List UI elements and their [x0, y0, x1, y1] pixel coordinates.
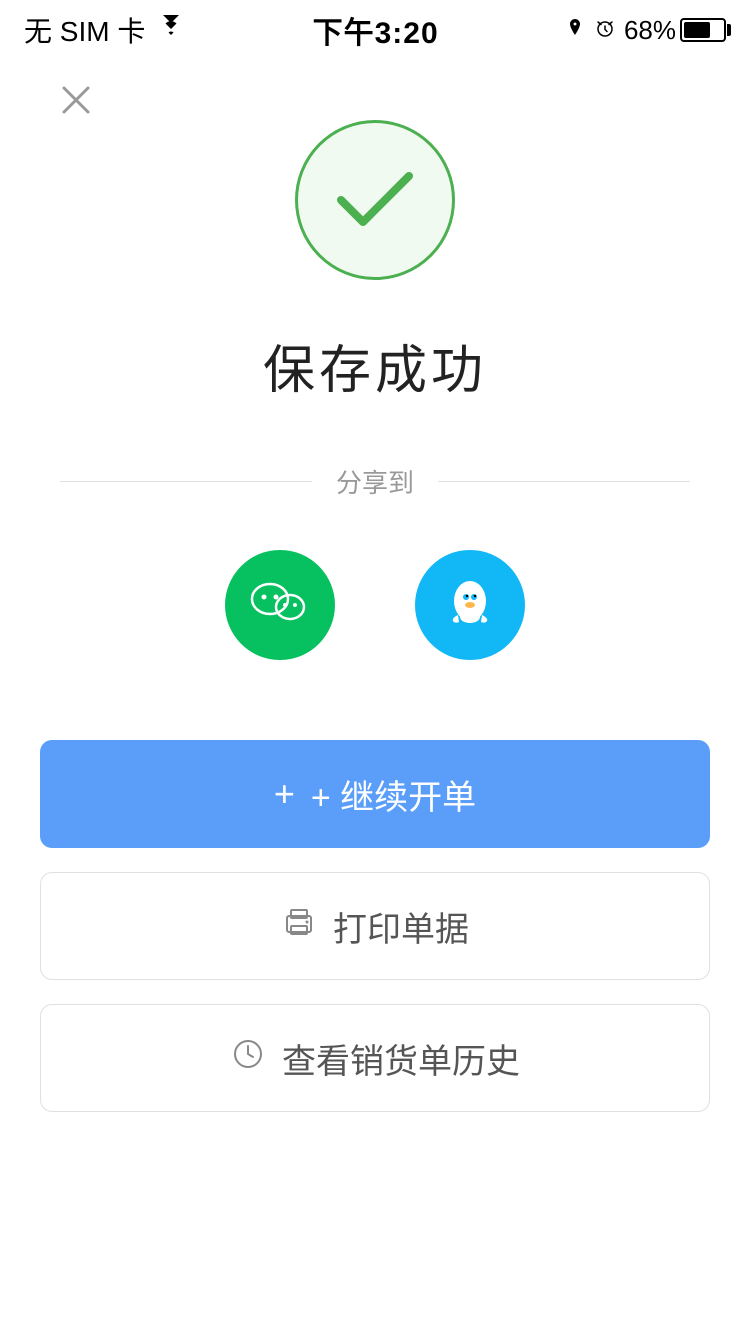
alarm-icon: [594, 15, 616, 46]
history-button[interactable]: 查看销货单历史: [40, 1004, 710, 1112]
status-right: 68%: [564, 15, 726, 46]
print-button[interactable]: 打印单据: [40, 872, 710, 980]
battery-container: 68%: [624, 15, 726, 46]
status-left: 无 SIM 卡: [24, 10, 187, 50]
battery-label: 68%: [624, 15, 676, 46]
close-button[interactable]: [48, 72, 104, 128]
share-label: 分享到: [312, 463, 438, 500]
share-row: [225, 550, 525, 660]
divider-line-right: [438, 481, 690, 482]
success-icon-circle: [295, 120, 455, 280]
continue-order-label: + 继续开单: [311, 770, 476, 819]
battery-icon: [680, 18, 726, 42]
main-content: 保存成功 分享到: [0, 60, 750, 1112]
plus-icon: +: [274, 773, 295, 815]
status-time: 下午3:20: [313, 8, 439, 52]
continue-order-button[interactable]: + + 继续开单: [40, 740, 710, 848]
location-icon: [564, 15, 586, 46]
wechat-icon: [248, 577, 312, 633]
actions-container: + + 继续开单 打印单据 查看销货单历史: [0, 740, 750, 1112]
share-qq-button[interactable]: [415, 550, 525, 660]
print-label: 打印单据: [333, 902, 469, 951]
no-sim-label: 无 SIM 卡: [24, 10, 145, 50]
qq-icon: [438, 573, 502, 637]
share-divider-row: 分享到: [0, 463, 750, 500]
history-icon: [230, 1036, 266, 1081]
checkmark-icon: [335, 170, 415, 230]
history-label: 查看销货单历史: [282, 1034, 520, 1083]
print-icon: [281, 904, 317, 949]
share-wechat-button[interactable]: [225, 550, 335, 660]
divider-line-left: [60, 481, 312, 482]
status-bar: 无 SIM 卡 下午3:20 68%: [0, 0, 750, 60]
success-title: 保存成功: [263, 328, 487, 403]
wifi-icon: [155, 14, 187, 46]
